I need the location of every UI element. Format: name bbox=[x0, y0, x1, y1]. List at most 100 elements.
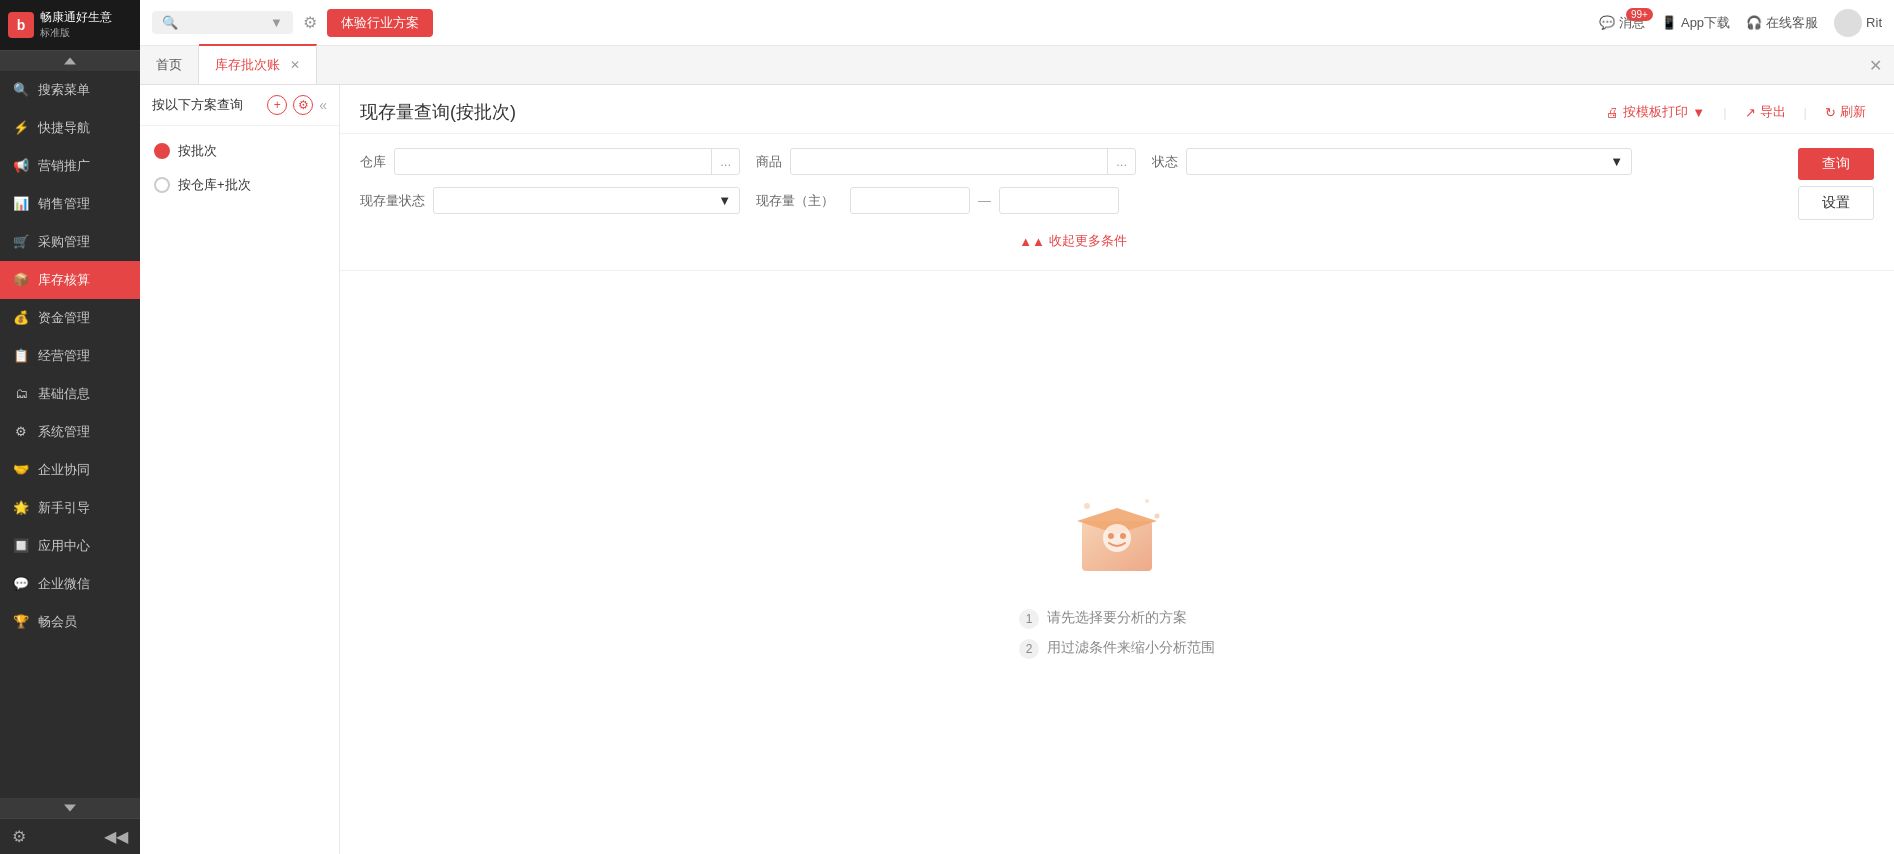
query-btn[interactable]: 查询 bbox=[1798, 148, 1874, 180]
product-input[interactable] bbox=[791, 149, 1107, 174]
empty-tip-2: 2 用过滤条件来缩小分析范围 bbox=[1019, 639, 1215, 659]
collapse-row[interactable]: ▲▲ 收起更多条件 bbox=[360, 226, 1786, 256]
sidebar-item-purchase[interactable]: 🛒 采购管理 bbox=[0, 223, 140, 261]
sidebar-item-search[interactable]: 🔍 搜索菜单 bbox=[0, 71, 140, 109]
tab-panel-close-btn[interactable]: ✕ bbox=[1857, 56, 1894, 75]
empty-state: 1 请先选择要分析的方案 2 用过滤条件来缩小分析范围 bbox=[340, 271, 1894, 854]
online-service-btn[interactable]: 🎧 在线客服 bbox=[1746, 14, 1818, 32]
filter-status: 状态 ▼ bbox=[1152, 148, 1632, 175]
qty-label: 现存量（主） bbox=[756, 192, 834, 210]
print-btn[interactable]: 🖨 按模板打印 ▼ bbox=[1598, 99, 1713, 125]
filter-row-1: 仓库 ... 商品 ... bbox=[360, 148, 1786, 175]
empty-svg bbox=[1057, 466, 1177, 586]
sidebar-item-enterprise[interactable]: 🤝 企业协同 bbox=[0, 451, 140, 489]
business-icon: 📋 bbox=[12, 347, 30, 365]
enterprise-icon: 🤝 bbox=[12, 461, 30, 479]
industry-btn[interactable]: 体验行业方案 bbox=[327, 9, 433, 37]
scroll-up-btn[interactable] bbox=[0, 51, 140, 71]
scheme-item-warehouse-batch[interactable]: 按仓库+批次 bbox=[140, 168, 339, 202]
sidebar-item-label-purchase: 采购管理 bbox=[38, 233, 90, 251]
settings-btn[interactable]: 设置 bbox=[1798, 186, 1874, 220]
user-menu[interactable]: Rit bbox=[1834, 9, 1882, 37]
sidebar-item-finance[interactable]: 💰 资金管理 bbox=[0, 299, 140, 337]
tip-num-2: 2 bbox=[1019, 639, 1039, 659]
app-title-block: 畅康通好生意 标准版 bbox=[40, 10, 112, 40]
sidebar-item-newbie[interactable]: 🌟 新手引导 bbox=[0, 489, 140, 527]
sidebar-item-label-members: 畅会员 bbox=[38, 613, 77, 631]
inventory-status-select[interactable]: ▼ bbox=[433, 187, 740, 214]
topbar: 🔍 ▼ ⚙ 体验行业方案 💬 消息 99+ 📱 App下载 🎧 在线客服 R bbox=[140, 0, 1894, 46]
newbie-icon: 🌟 bbox=[12, 499, 30, 517]
online-service-label: 在线客服 bbox=[1766, 14, 1818, 32]
collapse-sidebar-icon[interactable]: ◀◀ bbox=[104, 827, 128, 846]
topbar-search-icon: 🔍 bbox=[162, 15, 178, 30]
sidebar-item-wechat[interactable]: 💬 企业微信 bbox=[0, 565, 140, 603]
scheme-item-batch[interactable]: 按批次 bbox=[140, 134, 339, 168]
scheme-dot-empty bbox=[154, 177, 170, 193]
apps-icon: 🔲 bbox=[12, 537, 30, 555]
sidebar-item-basic[interactable]: 🗂 基础信息 bbox=[0, 375, 140, 413]
app-name: 畅康通好生意 bbox=[40, 10, 112, 26]
warehouse-dots-btn[interactable]: ... bbox=[711, 149, 739, 174]
action-divider-1: | bbox=[1723, 105, 1726, 120]
qty-to-input[interactable] bbox=[999, 187, 1119, 214]
inventory-status-label: 现存量状态 bbox=[360, 192, 425, 210]
user-name: Rit bbox=[1866, 15, 1882, 30]
print-dropdown-icon[interactable]: ▼ bbox=[1692, 105, 1705, 120]
sidebar-item-inventory[interactable]: 📦 库存核算 bbox=[0, 261, 140, 299]
product-dots-btn[interactable]: ... bbox=[1107, 149, 1135, 174]
add-scheme-btn[interactable]: + bbox=[267, 95, 287, 115]
refresh-btn[interactable]: ↻ 刷新 bbox=[1817, 99, 1874, 125]
sidebar-item-marketing[interactable]: 📢 营销推广 bbox=[0, 147, 140, 185]
warehouse-input-group[interactable]: ... bbox=[394, 148, 740, 175]
sidebar-item-business[interactable]: 📋 经营管理 bbox=[0, 337, 140, 375]
topbar-gear-icon[interactable]: ⚙ bbox=[303, 13, 317, 32]
settings-icon[interactable]: ⚙ bbox=[12, 827, 26, 846]
sidebar-item-label-sales: 销售管理 bbox=[38, 195, 90, 213]
sidebar-item-system[interactable]: ⚙ 系统管理 bbox=[0, 413, 140, 451]
export-btn[interactable]: ↗ 导出 bbox=[1737, 99, 1794, 125]
status-select[interactable]: ▼ bbox=[1186, 148, 1632, 175]
app-download-btn[interactable]: 📱 App下载 bbox=[1661, 14, 1730, 32]
filter-product: 商品 ... bbox=[756, 148, 1136, 175]
sidebar-item-label-newbie: 新手引导 bbox=[38, 499, 90, 517]
scheme-panel-header: 按以下方案查询 + ⚙ « bbox=[140, 85, 339, 126]
page-actions: 🖨 按模板打印 ▼ | ↗ 导出 | ↻ 刷新 bbox=[1598, 99, 1874, 125]
topbar-dropdown-icon[interactable]: ▼ bbox=[270, 15, 283, 30]
status-label: 状态 bbox=[1152, 153, 1178, 171]
inventory-icon: 📦 bbox=[12, 271, 30, 289]
manage-scheme-btn[interactable]: ⚙ bbox=[293, 95, 313, 115]
svg-point-4 bbox=[1084, 503, 1090, 509]
topbar-search-box[interactable]: 🔍 ▼ bbox=[152, 11, 293, 34]
warehouse-input[interactable] bbox=[395, 149, 711, 174]
sidebar-item-apps[interactable]: 🔲 应用中心 bbox=[0, 527, 140, 565]
sidebar-item-quick-nav[interactable]: ⚡ 快捷导航 bbox=[0, 109, 140, 147]
product-input-group[interactable]: ... bbox=[790, 148, 1136, 175]
qty-from-input[interactable] bbox=[850, 187, 970, 214]
sidebar-item-sales[interactable]: 📊 销售管理 bbox=[0, 185, 140, 223]
warehouse-label: 仓库 bbox=[360, 153, 386, 171]
scheme-collapse-icon[interactable]: « bbox=[319, 97, 327, 113]
sidebar-item-label-basic: 基础信息 bbox=[38, 385, 90, 403]
tab-close-icon[interactable]: ✕ bbox=[290, 58, 300, 72]
filter-area: 仓库 ... 商品 ... bbox=[340, 134, 1894, 271]
scheme-dot-batch bbox=[154, 143, 170, 159]
app-edition: 标准版 bbox=[40, 26, 112, 40]
wechat-icon: 💬 bbox=[12, 575, 30, 593]
page-title: 现存量查询(按批次) bbox=[360, 100, 516, 124]
sidebar-item-members[interactable]: 🏆 畅会员 bbox=[0, 603, 140, 641]
topbar-search-input[interactable] bbox=[184, 16, 264, 30]
quick-nav-icon: ⚡ bbox=[12, 119, 30, 137]
app-logo: b bbox=[8, 12, 34, 38]
messages-btn[interactable]: 💬 消息 99+ bbox=[1599, 14, 1645, 32]
filter-warehouse: 仓库 ... bbox=[360, 148, 740, 175]
sidebar-item-label-finance: 资金管理 bbox=[38, 309, 90, 327]
scroll-down-btn[interactable] bbox=[0, 798, 140, 818]
sidebar-item-label-apps: 应用中心 bbox=[38, 537, 90, 555]
system-icon: ⚙ bbox=[12, 423, 30, 441]
avatar bbox=[1834, 9, 1862, 37]
service-icon: 🎧 bbox=[1746, 15, 1762, 30]
tab-batch-account[interactable]: 库存批次账 ✕ bbox=[199, 44, 317, 84]
tab-home[interactable]: 首页 bbox=[140, 46, 199, 84]
app-icon: 📱 bbox=[1661, 15, 1677, 30]
